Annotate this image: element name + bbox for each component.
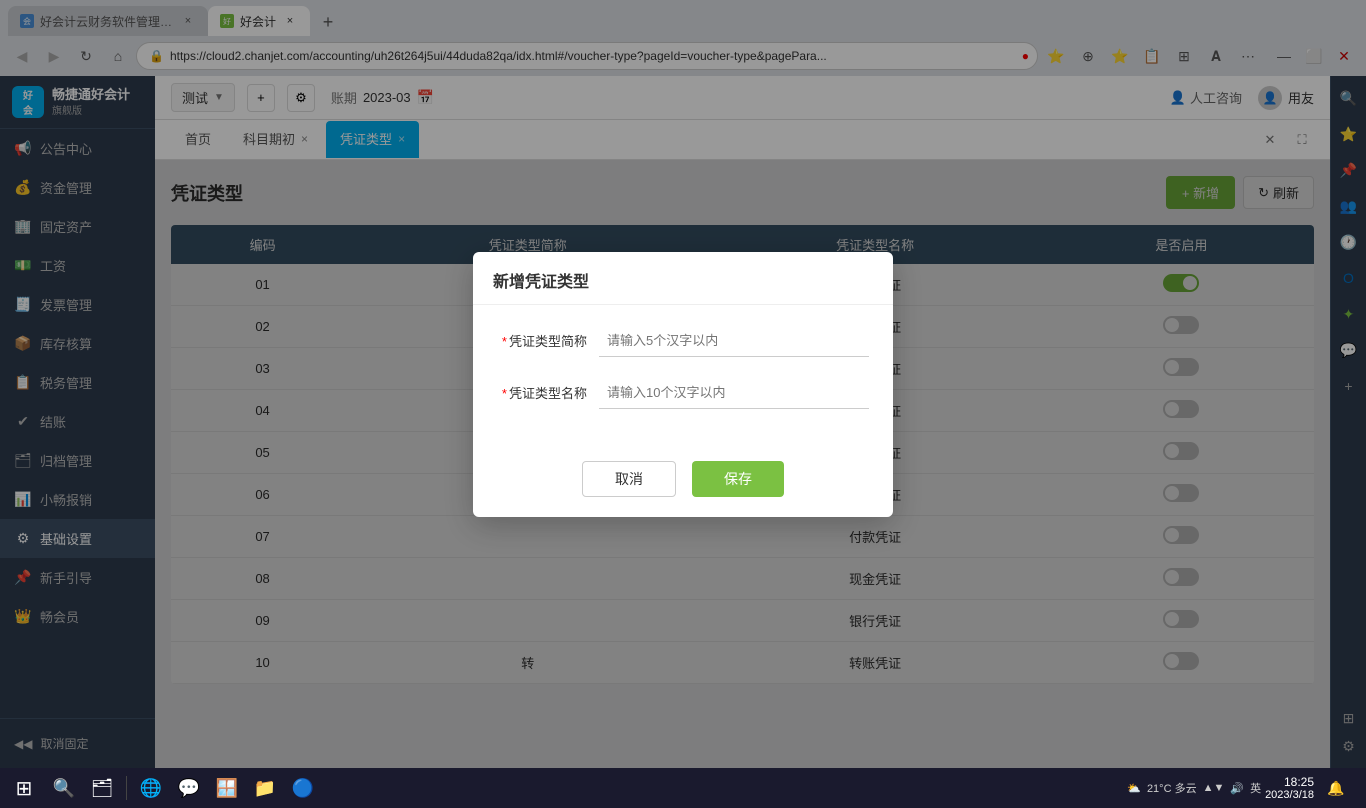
save-button[interactable]: 保存 [692, 461, 784, 497]
modal-dialog: 新增凭证类型 *凭证类型简称 *凭证类型名称 取消 保存 [473, 252, 893, 517]
taskbar-windows[interactable]: 🪟 [209, 770, 245, 806]
form-row-abbr: *凭证类型简称 [497, 325, 869, 357]
volume-icon: 🔊 [1230, 782, 1244, 795]
form-row-name: *凭证类型名称 [497, 377, 869, 409]
abbr-required-mark: * [502, 334, 507, 349]
taskbar-separator-1 [126, 776, 127, 800]
taskbar-system-tray: ⛅ 21°C 多云 ▲▼ 🔊 英 [1127, 780, 1261, 796]
taskbar-search[interactable]: 🔍 [46, 770, 82, 806]
network-icon: ▲▼ [1203, 782, 1225, 794]
lang-indicator: 英 [1250, 780, 1261, 796]
taskbar-clock: 18:25 2023/3/18 [1265, 775, 1314, 801]
notification-center[interactable]: 🔔 [1318, 770, 1354, 806]
name-label: *凭证类型名称 [497, 383, 587, 402]
modal-header: 新增凭证类型 [473, 252, 893, 305]
taskbar-task-view[interactable]: 🗂 [84, 770, 120, 806]
abbr-label: *凭证类型简称 [497, 331, 587, 350]
name-input[interactable] [599, 377, 869, 409]
weather-icon: ⛅ [1127, 782, 1141, 795]
start-button[interactable]: ⊞ [4, 768, 44, 808]
weather-text: 21°C 多云 [1147, 780, 1197, 796]
modal-overlay: 新增凭证类型 *凭证类型简称 *凭证类型名称 取消 保存 [0, 0, 1366, 768]
cancel-button[interactable]: 取消 [582, 461, 676, 497]
taskbar-folder[interactable]: 📁 [247, 770, 283, 806]
modal-footer: 取消 保存 [473, 449, 893, 517]
abbr-input[interactable] [599, 325, 869, 357]
clock-date: 2023/3/18 [1265, 789, 1314, 801]
taskbar-chat[interactable]: 💬 [171, 770, 207, 806]
taskbar-right: ⛅ 21°C 多云 ▲▼ 🔊 英 18:25 2023/3/18 🔔 [1127, 770, 1362, 806]
modal-body: *凭证类型简称 *凭证类型名称 [473, 305, 893, 449]
clock-time: 18:25 [1265, 775, 1314, 789]
name-required-mark: * [502, 386, 507, 401]
taskbar: ⊞ 🔍 🗂 🌐 💬 🪟 📁 🔵 ⛅ 21°C 多云 ▲▼ 🔊 英 18:25 2… [0, 768, 1366, 808]
taskbar-chrome[interactable]: 🔵 [285, 770, 321, 806]
modal-title: 新增凭证类型 [493, 274, 589, 291]
taskbar-edge[interactable]: 🌐 [133, 770, 169, 806]
